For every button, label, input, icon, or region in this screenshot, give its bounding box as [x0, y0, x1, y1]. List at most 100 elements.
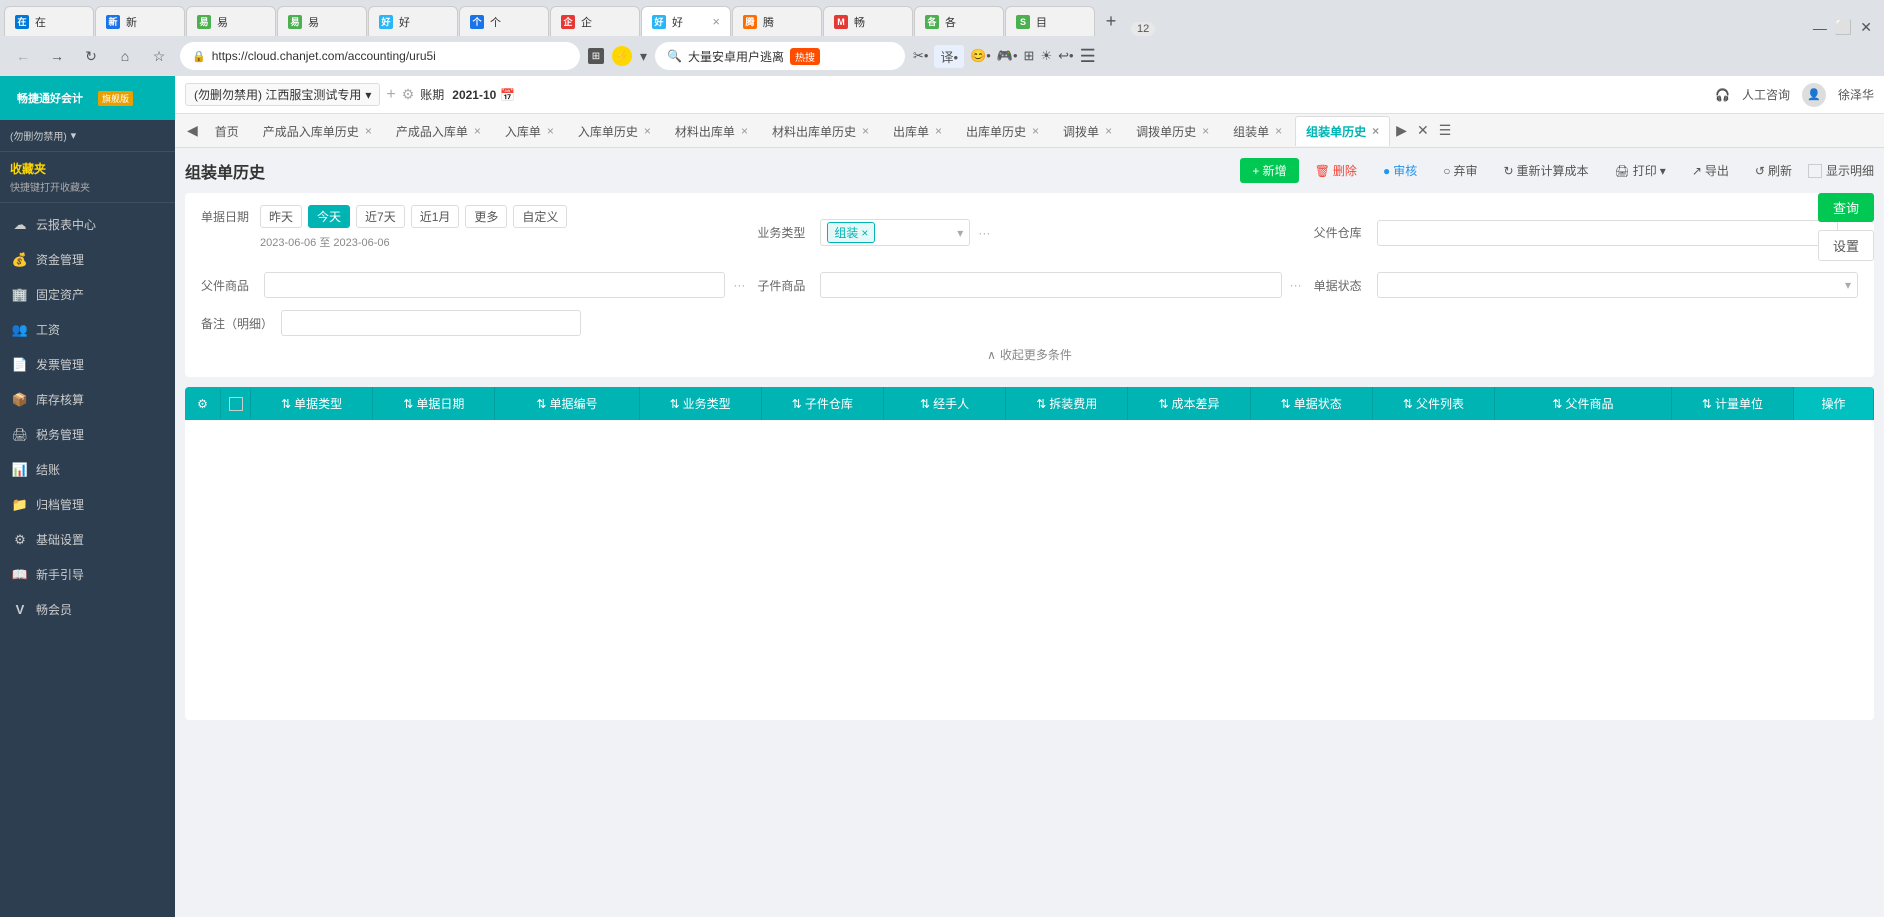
th-date[interactable]: ⇅ 单据日期 [373, 387, 495, 420]
ckd-history-close[interactable]: × [1032, 124, 1039, 138]
more-date-button[interactable]: 更多 [465, 205, 507, 228]
company-selector[interactable]: (勿删勿禁用) ▾ [0, 120, 175, 152]
th-unit[interactable]: ⇅ 计量单位 [1672, 387, 1794, 420]
game-tool[interactable]: 🎮• [997, 48, 1018, 64]
tabs-close-all[interactable]: ✕ [1413, 120, 1433, 141]
sidebar-item-fixed-assets[interactable]: 🏢 固定资产 [0, 277, 175, 312]
sidebar-item-guide[interactable]: 📖 新手引导 [0, 557, 175, 592]
th-costdiff[interactable]: ⇅ 成本差异 [1128, 387, 1250, 420]
clckd-history-close[interactable]: × [862, 124, 869, 138]
th-parentgoods[interactable]: ⇅ 父件商品 [1495, 387, 1672, 420]
th-type[interactable]: ⇅ 单据类型 [251, 387, 373, 420]
minimize-button[interactable]: — [1813, 20, 1827, 36]
support-label[interactable]: 人工咨询 [1742, 86, 1790, 103]
browser-tab-10[interactable]: 各 各 [914, 6, 1004, 36]
diaobod-close[interactable]: × [1105, 124, 1112, 138]
new-tab-button[interactable]: + [1096, 6, 1126, 36]
sidebar-item-payroll[interactable]: 👥 工资 [0, 312, 175, 347]
browser-tab-9[interactable]: M 畅 [823, 6, 913, 36]
th-no[interactable]: ⇅ 单据编号 [495, 387, 639, 420]
clckd-close[interactable]: × [741, 124, 748, 138]
sidebar-item-archive[interactable]: 📁 归档管理 [0, 487, 175, 522]
translate-tool[interactable]: 译• [934, 45, 964, 68]
browser-tab-11[interactable]: S 目 [1005, 6, 1095, 36]
yesterday-button[interactable]: 昨天 [260, 205, 302, 228]
tabs-scroll-left[interactable]: ◀ [183, 120, 202, 141]
period-selector[interactable]: 账期 2021-10 📅 [420, 86, 515, 103]
emoji-tool[interactable]: 😊• [970, 48, 991, 64]
close-button[interactable]: ✕ [1860, 19, 1872, 36]
header-checkbox[interactable] [229, 397, 243, 411]
th-settings[interactable]: ⚙ [185, 389, 221, 419]
assembly-close[interactable]: × [1275, 124, 1282, 138]
content-tab-assembly[interactable]: 组装单 × [1222, 116, 1293, 146]
tabs-menu[interactable]: ☰ [1435, 120, 1456, 141]
content-tab-assembly-history[interactable]: 组装单历史 × [1295, 116, 1390, 146]
recalc-button[interactable]: ↻ 重新计算成本 [1493, 158, 1598, 183]
browser-tab-6[interactable]: 企 企 [550, 6, 640, 36]
query-button[interactable]: 查询 [1818, 193, 1874, 222]
content-tab-home[interactable]: 首页 [204, 116, 250, 146]
th-parentlist[interactable]: ⇅ 父件列表 [1373, 387, 1495, 420]
export-button[interactable]: ↗ 导出 [1682, 158, 1739, 183]
refresh-page-button[interactable]: ↺ 刷新 [1745, 158, 1802, 183]
sub-goods-more[interactable]: ··· [1290, 278, 1302, 292]
th-subwarehouse[interactable]: ⇅ 子件仓库 [762, 387, 884, 420]
add-button[interactable]: + 新增 [1240, 158, 1298, 183]
sidebar-item-settings[interactable]: ⚙ 基础设置 [0, 522, 175, 557]
settings-gear-icon[interactable]: ⚙ [402, 86, 415, 103]
sun-tool[interactable]: ☀ [1040, 48, 1052, 64]
content-tab-diaobod-history[interactable]: 调拨单历史 × [1125, 116, 1220, 146]
company-selector-topbar[interactable]: (勿删勿禁用) 江西服宝测试专用 ▾ [185, 83, 380, 106]
bookmark-button[interactable]: ☆ [146, 43, 172, 69]
lightning-icon[interactable]: ⚡ [612, 46, 632, 66]
menu-tool[interactable]: ☰ [1080, 46, 1096, 67]
print-button[interactable]: 🖨 打印 ▾ [1605, 158, 1676, 183]
content-tab-rkd[interactable]: 入库单 × [494, 116, 565, 146]
content-tab-ckd[interactable]: 出库单 × [882, 116, 953, 146]
scissor-tool[interactable]: ✂• [913, 48, 928, 64]
custom-date-button[interactable]: 自定义 [513, 205, 567, 228]
add-company-icon[interactable]: + [386, 86, 395, 104]
sidebar-item-invoice[interactable]: 📄 发票管理 [0, 347, 175, 382]
collapse-filter-button[interactable]: ∧ 收起更多条件 [201, 340, 1858, 365]
7days-button[interactable]: 近7天 [356, 205, 405, 228]
content-tab-pcrkd[interactable]: 产成品入库单 × [385, 116, 492, 146]
dropdown-icon[interactable]: ▾ [640, 48, 647, 65]
sidebar-item-cloud-reports[interactable]: ☁ 云报表中心 [0, 207, 175, 242]
biz-type-dropdown[interactable]: ▾ [957, 226, 963, 240]
browser-tab-0[interactable]: 在 在 [4, 6, 94, 36]
th-status[interactable]: ⇅ 单据状态 [1251, 387, 1373, 420]
delete-button[interactable]: 🗑 删除 [1305, 158, 1367, 183]
biz-type-more[interactable]: ··· [978, 226, 990, 240]
sidebar-item-fund-mgmt[interactable]: 💰 资金管理 [0, 242, 175, 277]
show-detail-checkbox[interactable] [1808, 164, 1822, 178]
today-button[interactable]: 今天 [308, 205, 350, 228]
content-tab-diaobod[interactable]: 调拨单 × [1052, 116, 1123, 146]
undo-tool[interactable]: ↩• [1058, 48, 1073, 64]
rkd-history-close[interactable]: × [644, 124, 651, 138]
biz-type-tag-remove[interactable]: × [861, 226, 868, 240]
browser-tab-7[interactable]: 好 好 × [641, 6, 731, 36]
pcrkd-close[interactable]: × [474, 124, 481, 138]
favorites-shortcut[interactable]: 快捷键打开收藏夹 [10, 179, 165, 194]
tab-close-7[interactable]: × [712, 14, 720, 29]
maximize-button[interactable]: ⬜ [1835, 19, 1852, 36]
filter-settings-button[interactable]: 设置 [1818, 230, 1874, 261]
show-detail-toggle[interactable]: 显示明细 [1808, 162, 1874, 179]
bill-status-arrow[interactable]: ▾ [1845, 278, 1851, 292]
th-dismantle[interactable]: ⇅ 拆装费用 [1006, 387, 1128, 420]
1month-button[interactable]: 近1月 [411, 205, 460, 228]
forward-button[interactable]: → [44, 43, 70, 69]
sidebar-item-inventory[interactable]: 📦 库存核算 [0, 382, 175, 417]
rkd-close[interactable]: × [547, 124, 554, 138]
pcrkd-history-close[interactable]: × [365, 124, 372, 138]
content-tab-rkd-history[interactable]: 入库单历史 × [567, 116, 662, 146]
abandon-button[interactable]: ○ 弃审 [1433, 158, 1487, 183]
url-bar[interactable]: 🔒 https://cloud.chanjet.com/accounting/u… [180, 42, 580, 70]
diaobod-history-close[interactable]: × [1202, 124, 1209, 138]
browser-tab-2[interactable]: 易 易 [186, 6, 276, 36]
th-checkbox[interactable] [221, 389, 251, 419]
assembly-history-close[interactable]: × [1372, 124, 1379, 138]
search-bar[interactable]: 🔍 大量安卓用户逃离 热搜 [655, 42, 905, 70]
